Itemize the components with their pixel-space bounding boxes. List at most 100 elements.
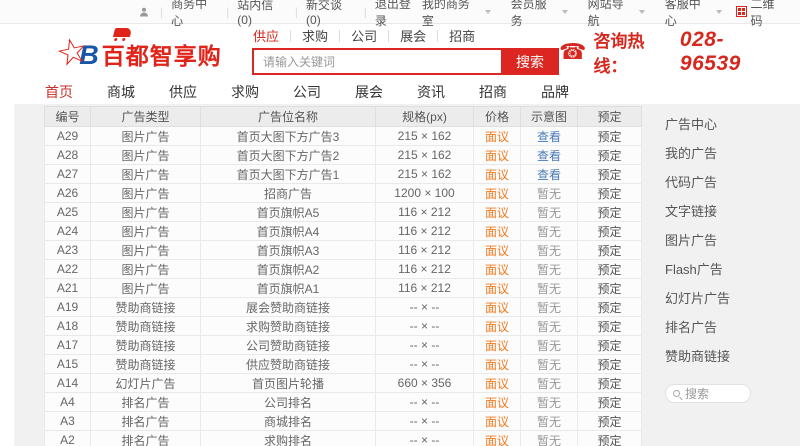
sidebar-item-4[interactable]: 文字链接	[655, 197, 795, 226]
ad-type: 赞助商链接	[91, 336, 201, 355]
search-tab-3[interactable]: 公司	[340, 26, 388, 45]
ad-name: 招商广告	[201, 184, 376, 203]
qr-code-link[interactable]: 二维码	[736, 0, 786, 29]
column-header: 价格	[474, 107, 521, 127]
preview-view-link[interactable]: 查看	[537, 149, 561, 163]
book-link[interactable]: 预定	[597, 206, 621, 220]
ad-table-wrap: 编号广告类型广告位名称规格(px)价格示意图预定 A29图片广告首页大图下方广告…	[44, 106, 641, 446]
sidebar-search-box[interactable]	[665, 384, 751, 403]
ad-spec: -- × --	[376, 298, 474, 317]
table-row: A18赞助商链接求购赞助商链接-- × --面议暂无预定	[45, 317, 642, 336]
book-link[interactable]: 预定	[597, 149, 621, 163]
search-tab-1[interactable]: 供应	[252, 26, 290, 45]
main-nav: 首页商城供应求购公司展会资讯招商品牌	[0, 80, 800, 104]
chevron-down-icon	[562, 10, 568, 14]
search-tab-4[interactable]: 展会	[389, 26, 437, 45]
book-link[interactable]: 预定	[597, 263, 621, 277]
table-row: A26图片广告招商广告1200 × 100面议暂无预定	[45, 184, 642, 203]
book-link[interactable]: 预定	[597, 187, 621, 201]
book-link[interactable]: 预定	[597, 377, 621, 391]
preview-none-label: 暂无	[537, 263, 561, 277]
nav-item-6[interactable]: 展会	[338, 82, 400, 102]
preview-cell: 暂无	[521, 374, 578, 393]
book-link[interactable]: 预定	[597, 244, 621, 258]
topbar-link-3[interactable]: 新交谈(0)	[306, 0, 356, 27]
book-link[interactable]: 预定	[597, 130, 621, 144]
preview-view-link[interactable]: 查看	[537, 130, 561, 144]
sidebar-item-5[interactable]: 图片广告	[655, 226, 795, 255]
price-label: 面议	[485, 187, 509, 201]
preview-none-label: 暂无	[537, 320, 561, 334]
nav-item-5[interactable]: 公司	[276, 82, 338, 102]
table-row: A3排名广告商城排名-- × --面议暂无预定	[45, 412, 642, 431]
ad-type: 排名广告	[91, 431, 201, 446]
search-row: 搜索	[252, 48, 559, 75]
topbar-link-1[interactable]: 商务中心	[171, 0, 218, 29]
preview-none-label: 暂无	[537, 377, 561, 391]
price-cell: 面议	[474, 374, 521, 393]
search-tab-5[interactable]: 招商	[438, 26, 486, 45]
ad-type: 幻灯片广告	[91, 374, 201, 393]
topbar-menu-4[interactable]: 客服中心	[665, 0, 722, 29]
sidebar-search-input[interactable]	[685, 387, 743, 401]
search-input[interactable]	[252, 48, 501, 75]
preview-view-link[interactable]: 查看	[537, 168, 561, 182]
book-cell: 预定	[578, 260, 642, 279]
sidebar-item-6[interactable]: Flash广告	[655, 255, 795, 284]
topbar-menu-2[interactable]: 会员服务	[511, 0, 568, 29]
book-link[interactable]: 预定	[597, 415, 621, 429]
book-cell: 预定	[578, 412, 642, 431]
price-cell: 面议	[474, 222, 521, 241]
book-link[interactable]: 预定	[597, 320, 621, 334]
book-link[interactable]: 预定	[597, 358, 621, 372]
sidebar-item-1[interactable]: 广告中心	[655, 110, 795, 139]
topbar-menu-label: 客服中心	[665, 0, 712, 29]
search-tab-2[interactable]: 求购	[291, 26, 339, 45]
book-link[interactable]: 预定	[597, 301, 621, 315]
price-label: 面议	[485, 225, 509, 239]
site-logo[interactable]: ☆ B 百都智享购	[56, 33, 250, 71]
nav-item-2[interactable]: 商城	[90, 82, 152, 102]
sidebar-item-3[interactable]: 代码广告	[655, 168, 795, 197]
book-link[interactable]: 预定	[597, 396, 621, 410]
nav-item-1[interactable]: 首页	[28, 82, 90, 102]
topbar-left-links: |商务中心|站内信(0)|新交谈(0)|退出登录	[138, 0, 422, 29]
ad-spec: 215 × 162	[376, 165, 474, 184]
search-module: 供应求购公司展会招商 搜索	[252, 27, 559, 75]
nav-item-7[interactable]: 资讯	[400, 82, 462, 102]
topbar-menu-3[interactable]: 网站导航	[588, 0, 645, 29]
book-link[interactable]: 预定	[597, 282, 621, 296]
price-cell: 面议	[474, 203, 521, 222]
ad-type: 图片广告	[91, 241, 201, 260]
column-header: 编号	[45, 107, 91, 127]
book-link[interactable]: 预定	[597, 339, 621, 353]
book-cell: 预定	[578, 336, 642, 355]
search-button[interactable]: 搜索	[501, 48, 559, 75]
sidebar-item-9[interactable]: 赞助商链接	[655, 342, 795, 371]
separator: |	[152, 5, 171, 19]
ad-name: 首页旗帜A3	[201, 241, 376, 260]
price-label: 面议	[485, 434, 509, 446]
book-link[interactable]: 预定	[597, 434, 621, 446]
sidebar-item-8[interactable]: 排名广告	[655, 313, 795, 342]
book-link[interactable]: 预定	[597, 225, 621, 239]
topbar-link-2[interactable]: 站内信(0)	[237, 0, 287, 27]
book-cell: 预定	[578, 241, 642, 260]
topbar-link-4[interactable]: 退出登录	[375, 0, 422, 29]
preview-cell: 查看	[521, 146, 578, 165]
nav-item-3[interactable]: 供应	[152, 82, 214, 102]
ad-type: 赞助商链接	[91, 355, 201, 374]
book-link[interactable]: 预定	[597, 168, 621, 182]
ad-type: 图片广告	[91, 184, 201, 203]
nav-item-8[interactable]: 招商	[462, 82, 524, 102]
ad-id: A17	[45, 336, 91, 355]
nav-item-9[interactable]: 品牌	[524, 82, 586, 102]
preview-none-label: 暂无	[537, 434, 561, 446]
topbar-menu-1[interactable]: 我的商务室	[422, 0, 491, 29]
sidebar-item-7[interactable]: 幻灯片广告	[655, 284, 795, 313]
table-row: A21图片广告首页旗帜A1116 × 212面议暂无预定	[45, 279, 642, 298]
ad-spec: -- × --	[376, 412, 474, 431]
topbar-menu-label: 网站导航	[588, 0, 635, 29]
nav-item-4[interactable]: 求购	[214, 82, 276, 102]
sidebar-item-2[interactable]: 我的广告	[655, 139, 795, 168]
